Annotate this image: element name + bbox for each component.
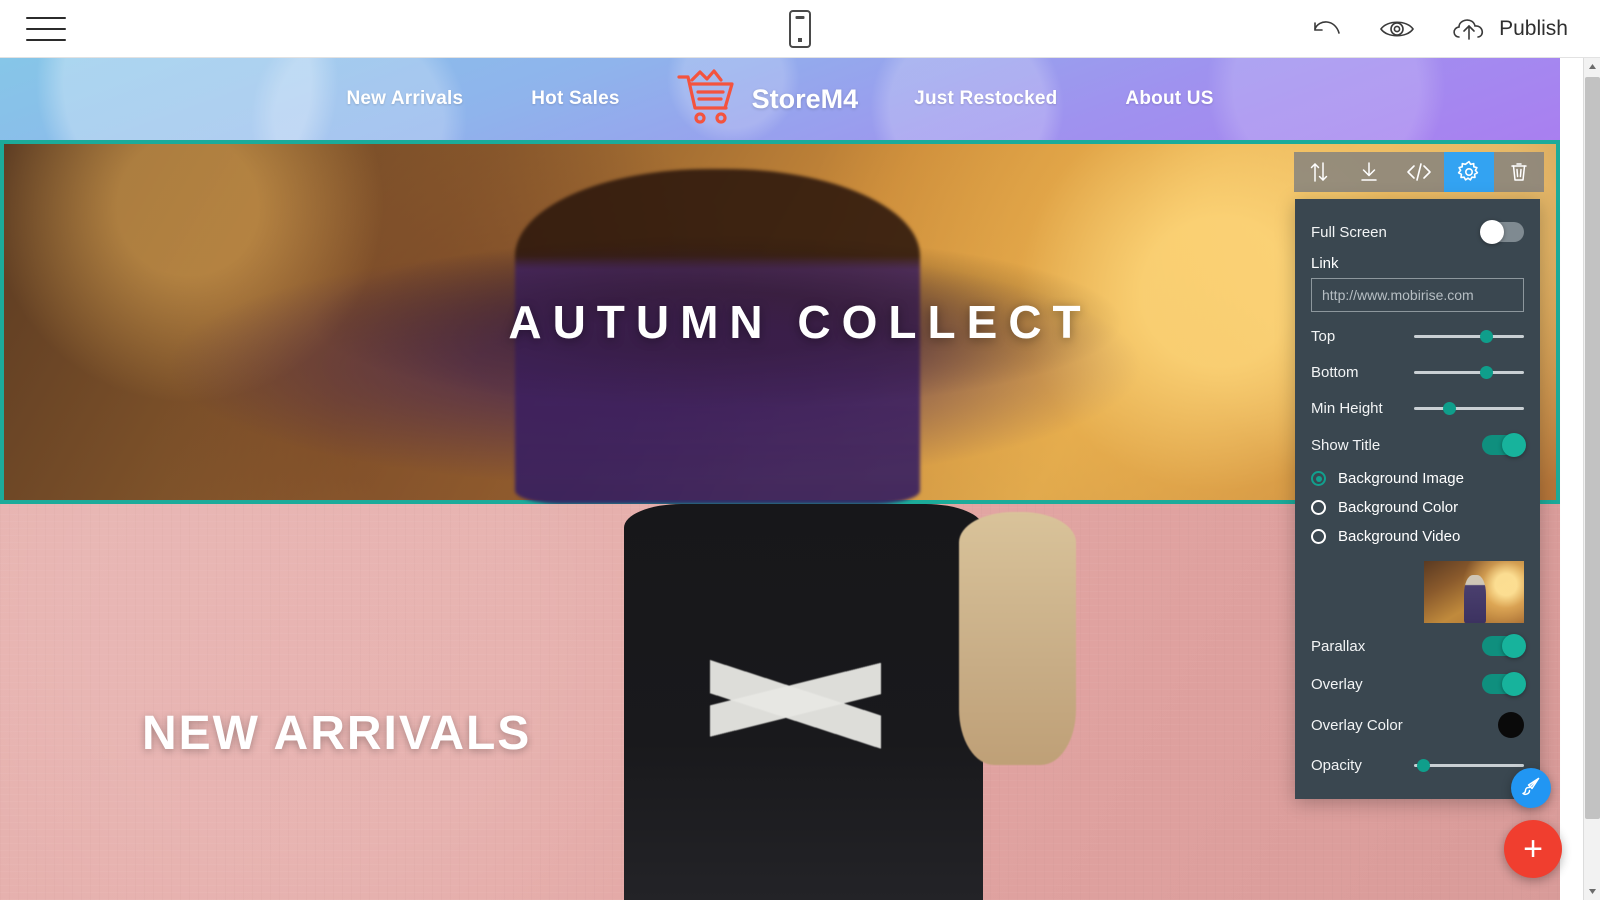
download-block-button[interactable] (1344, 152, 1394, 192)
theme-style-button[interactable] (1511, 768, 1551, 808)
setting-parallax: Parallax (1295, 627, 1540, 665)
peace-sign-graphic (709, 610, 882, 794)
eye-icon[interactable] (1379, 16, 1415, 42)
paintbrush-icon (1520, 775, 1542, 802)
radio-icon (1311, 529, 1326, 544)
overlay-color-swatch[interactable] (1498, 712, 1524, 738)
slider-thumb[interactable] (1479, 330, 1493, 343)
background-video-label: Background Video (1338, 528, 1461, 545)
undo-icon[interactable] (1311, 15, 1345, 43)
slider-track (1414, 407, 1524, 410)
block-settings-panel: Full Screen Link Top Bottom Min Height (1295, 199, 1540, 799)
site-navbar-block[interactable]: New Arrivals Hot Sales StoreM4 Just Rest… (0, 58, 1560, 140)
scrollbar-thumb[interactable] (1585, 77, 1600, 819)
nav-link-new-arrivals[interactable]: New Arrivals (312, 88, 497, 110)
new-arrivals-title: NEW ARRIVALS (142, 707, 532, 760)
overlay-color-label: Overlay Color (1311, 716, 1403, 734)
radio-icon (1311, 500, 1326, 515)
add-block-button[interactable]: + (1504, 820, 1562, 878)
app-toolbar: Publish (0, 0, 1600, 58)
opacity-label: Opacity (1311, 756, 1362, 774)
background-option-video[interactable]: Background Video (1295, 522, 1540, 551)
setting-show-title: Show Title (1295, 426, 1540, 464)
bottom-slider[interactable] (1414, 363, 1524, 381)
top-slider[interactable] (1414, 327, 1524, 345)
page-scrollbar[interactable] (1583, 58, 1600, 900)
slider-track (1414, 371, 1524, 374)
full-screen-label: Full Screen (1311, 223, 1387, 241)
background-thumbnail-wrap (1295, 551, 1540, 627)
overlay-label: Overlay (1311, 675, 1363, 693)
full-screen-toggle[interactable] (1480, 220, 1524, 244)
brand-name: StoreM4 (751, 83, 859, 114)
cloud-upload-icon (1449, 15, 1489, 43)
setting-min-height: Min Height (1295, 390, 1540, 426)
slider-track (1414, 764, 1524, 767)
plus-icon: + (1523, 830, 1543, 868)
setting-bottom: Bottom (1295, 354, 1540, 390)
parallax-toggle[interactable] (1482, 634, 1526, 658)
slider-thumb[interactable] (1443, 402, 1457, 415)
nav-link-hot-sales[interactable]: Hot Sales (497, 88, 653, 110)
min-height-label: Min Height (1311, 399, 1383, 417)
site-brand[interactable]: StoreM4 (654, 68, 881, 131)
setting-full-screen: Full Screen (1295, 213, 1540, 251)
block-settings-button[interactable] (1444, 152, 1494, 192)
background-color-label: Background Color (1338, 499, 1459, 516)
setting-overlay-color: Overlay Color (1295, 703, 1540, 747)
toggle-knob (1480, 220, 1504, 244)
link-label: Link (1311, 255, 1339, 272)
min-height-slider[interactable] (1414, 399, 1524, 417)
publish-button[interactable]: Publish (1449, 15, 1568, 43)
setting-top: Top (1295, 318, 1540, 354)
bottom-label: Bottom (1311, 363, 1359, 381)
shopping-cart-icon (676, 68, 738, 131)
publish-label: Publish (1499, 16, 1568, 40)
setting-opacity: Opacity (1295, 747, 1540, 783)
delete-block-button[interactable] (1494, 152, 1544, 192)
model-hair (959, 511, 1077, 766)
scroll-down-arrow[interactable] (1584, 883, 1600, 900)
background-option-image[interactable]: Background Image (1295, 464, 1540, 493)
block-toolbar (1294, 152, 1544, 192)
site-nav-items: New Arrivals Hot Sales StoreM4 Just Rest… (312, 68, 1247, 131)
move-block-button[interactable] (1294, 152, 1344, 192)
background-image-thumbnail[interactable] (1424, 561, 1524, 623)
slider-thumb[interactable] (1479, 366, 1493, 379)
toggle-knob (1502, 672, 1526, 696)
show-title-label: Show Title (1311, 436, 1381, 454)
parallax-label: Parallax (1311, 637, 1366, 655)
overlay-toggle[interactable] (1482, 672, 1526, 696)
top-label: Top (1311, 327, 1336, 345)
mobile-device-icon[interactable] (789, 9, 811, 48)
background-option-color[interactable]: Background Color (1295, 493, 1540, 522)
background-image-label: Background Image (1338, 470, 1464, 487)
show-title-toggle[interactable] (1482, 433, 1526, 457)
app-toolbar-actions: Publish (1311, 15, 1568, 43)
setting-overlay: Overlay (1295, 665, 1540, 703)
slider-thumb[interactable] (1416, 759, 1430, 772)
edit-code-button[interactable] (1394, 152, 1444, 192)
toggle-knob (1502, 634, 1526, 658)
opacity-slider[interactable] (1414, 756, 1524, 774)
nav-link-just-restocked[interactable]: Just Restocked (880, 88, 1091, 110)
toggle-knob (1502, 433, 1526, 457)
radio-icon (1311, 471, 1326, 486)
mobirise-website-builder: Publish New Arrivals Hot Sales StoreM4 J… (0, 0, 1600, 900)
nav-link-about-us[interactable]: About US (1091, 88, 1247, 110)
scroll-up-arrow[interactable] (1584, 58, 1600, 75)
link-input[interactable] (1311, 278, 1524, 312)
slider-track (1414, 335, 1524, 338)
